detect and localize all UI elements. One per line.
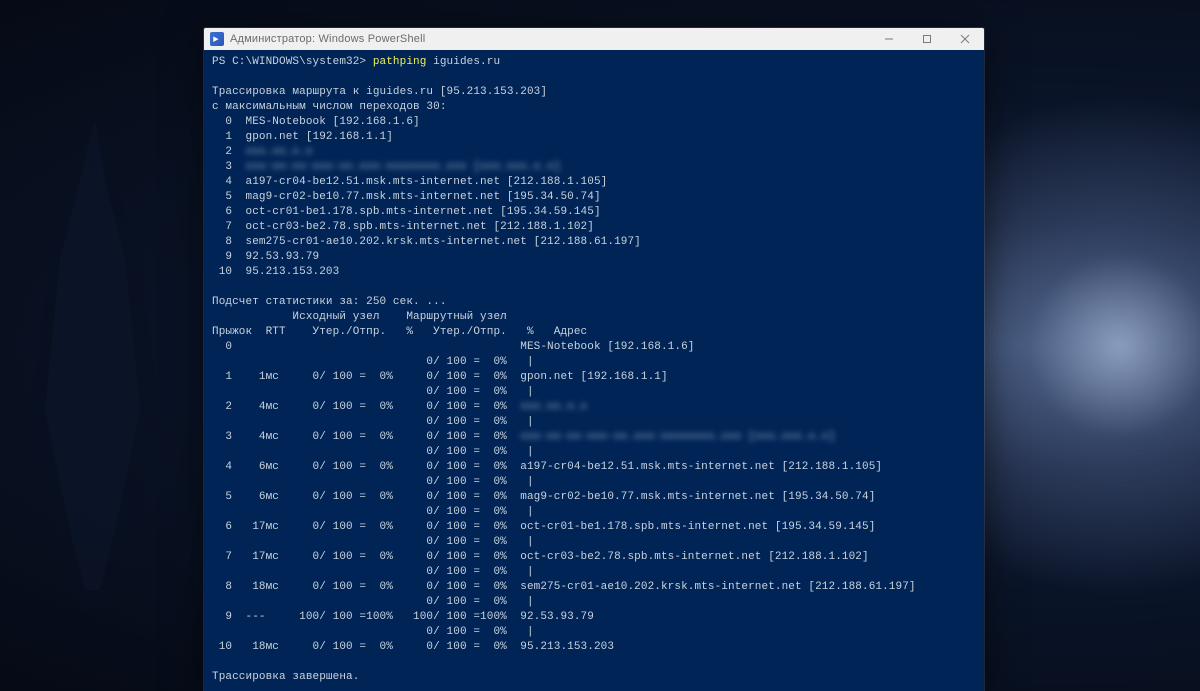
minimize-button[interactable]	[870, 28, 908, 50]
maximize-button[interactable]	[908, 28, 946, 50]
stats-sub1: Исходный узел Маршрутный узел	[212, 311, 507, 323]
window-title: Администратор: Windows PowerShell	[230, 33, 870, 45]
stats-sub2: Прыжок RTT Утер./Отпр. % Утер./Отпр. % А…	[212, 326, 587, 338]
trace-header-2: с максимальным числом переходов 30:	[212, 101, 447, 113]
command-name: pathping	[373, 56, 427, 68]
powershell-icon	[210, 32, 224, 46]
stats-title: Подсчет статистики за: 250 сек. ...	[212, 296, 447, 308]
close-button[interactable]	[946, 28, 984, 50]
stats-rows: 0 MES-Notebook [192.168.1.6] 0/ 100 = 0%…	[212, 341, 916, 653]
command-arg: iguides.ru	[433, 56, 500, 68]
hops-block: 0 MES-Notebook [192.168.1.6] 1 gpon.net …	[212, 116, 641, 278]
powershell-window: Администратор: Windows PowerShell PS C:\…	[204, 28, 984, 691]
desktop-wallpaper-silhouette	[20, 90, 170, 610]
trace-header-1: Трассировка маршрута к iguides.ru [95.21…	[212, 86, 547, 98]
window-controls	[870, 28, 984, 50]
terminal-output[interactable]: PS C:\WINDOWS\system32> pathping iguides…	[204, 50, 984, 691]
prompt-path: PS C:\WINDOWS\system32>	[212, 56, 366, 68]
trace-footer: Трассировка завершена.	[212, 671, 359, 683]
window-titlebar[interactable]: Администратор: Windows PowerShell	[204, 28, 984, 50]
